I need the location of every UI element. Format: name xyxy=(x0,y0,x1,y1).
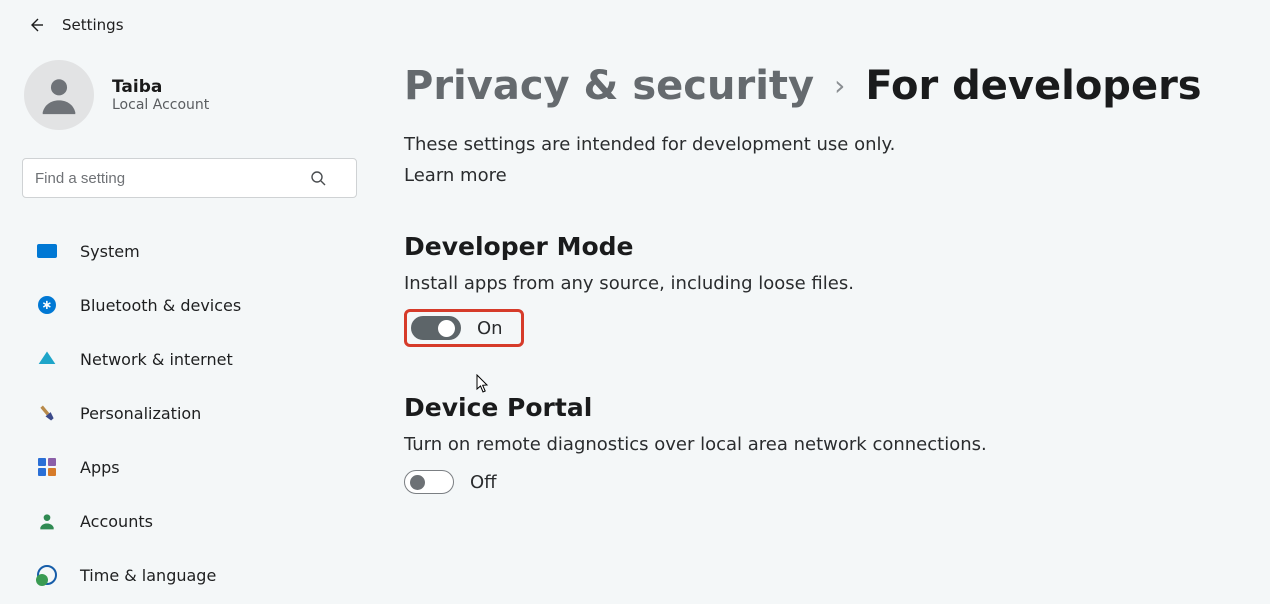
system-icon xyxy=(36,240,58,262)
sidebar-item-label: Bluetooth & devices xyxy=(80,296,241,315)
avatar xyxy=(24,60,94,130)
main-content: Privacy & security › For developers Thes… xyxy=(362,46,1270,598)
developer-mode-desc: Install apps from any source, including … xyxy=(404,273,1240,294)
sidebar-item-label: Time & language xyxy=(80,566,216,585)
chevron-right-icon: › xyxy=(834,69,845,102)
intro-text: These settings are intended for developm… xyxy=(404,134,1240,155)
search-input[interactable] xyxy=(22,158,357,198)
back-button[interactable] xyxy=(28,17,44,33)
sidebar-item-personalization[interactable]: Personalization xyxy=(22,390,342,436)
network-icon xyxy=(36,348,58,370)
account-block[interactable]: Taiba Local Account xyxy=(24,60,342,130)
device-portal-toggle-label: Off xyxy=(470,472,497,493)
sidebar-item-apps[interactable]: Apps xyxy=(22,444,342,490)
sidebar: Taiba Local Account System ∗ Bluetooth &… xyxy=(0,46,362,598)
learn-more-link[interactable]: Learn more xyxy=(404,165,507,186)
sidebar-item-label: Network & internet xyxy=(80,350,233,369)
sidebar-item-label: Apps xyxy=(80,458,120,477)
sidebar-item-label: Accounts xyxy=(80,512,153,531)
sidebar-item-network[interactable]: Network & internet xyxy=(22,336,342,382)
device-portal-title: Device Portal xyxy=(404,393,1240,422)
breadcrumb-parent[interactable]: Privacy & security xyxy=(404,66,814,106)
sidebar-item-accounts[interactable]: Accounts xyxy=(22,498,342,544)
sidebar-item-system[interactable]: System xyxy=(22,228,342,274)
developer-mode-toggle-highlight: On xyxy=(404,309,524,347)
accounts-icon xyxy=(36,510,58,532)
developer-mode-toggle-label: On xyxy=(477,318,503,339)
account-type: Local Account xyxy=(112,97,209,113)
sidebar-item-bluetooth[interactable]: ∗ Bluetooth & devices xyxy=(22,282,342,328)
search-icon xyxy=(310,170,326,186)
breadcrumb-current: For developers xyxy=(865,66,1201,106)
sidebar-item-label: System xyxy=(80,242,140,261)
device-portal-desc: Turn on remote diagnostics over local ar… xyxy=(404,434,1240,455)
apps-icon xyxy=(36,456,58,478)
paintbrush-icon xyxy=(32,398,63,429)
developer-mode-toggle[interactable] xyxy=(411,316,461,340)
breadcrumb: Privacy & security › For developers xyxy=(404,66,1240,106)
account-name: Taiba xyxy=(112,77,209,97)
globe-icon xyxy=(36,564,58,586)
developer-mode-title: Developer Mode xyxy=(404,232,1240,261)
app-title: Settings xyxy=(62,16,124,34)
device-portal-toggle[interactable] xyxy=(404,470,454,494)
sidebar-item-label: Personalization xyxy=(80,404,201,423)
bluetooth-icon: ∗ xyxy=(36,294,58,316)
sidebar-item-time-language[interactable]: Time & language xyxy=(22,552,342,598)
